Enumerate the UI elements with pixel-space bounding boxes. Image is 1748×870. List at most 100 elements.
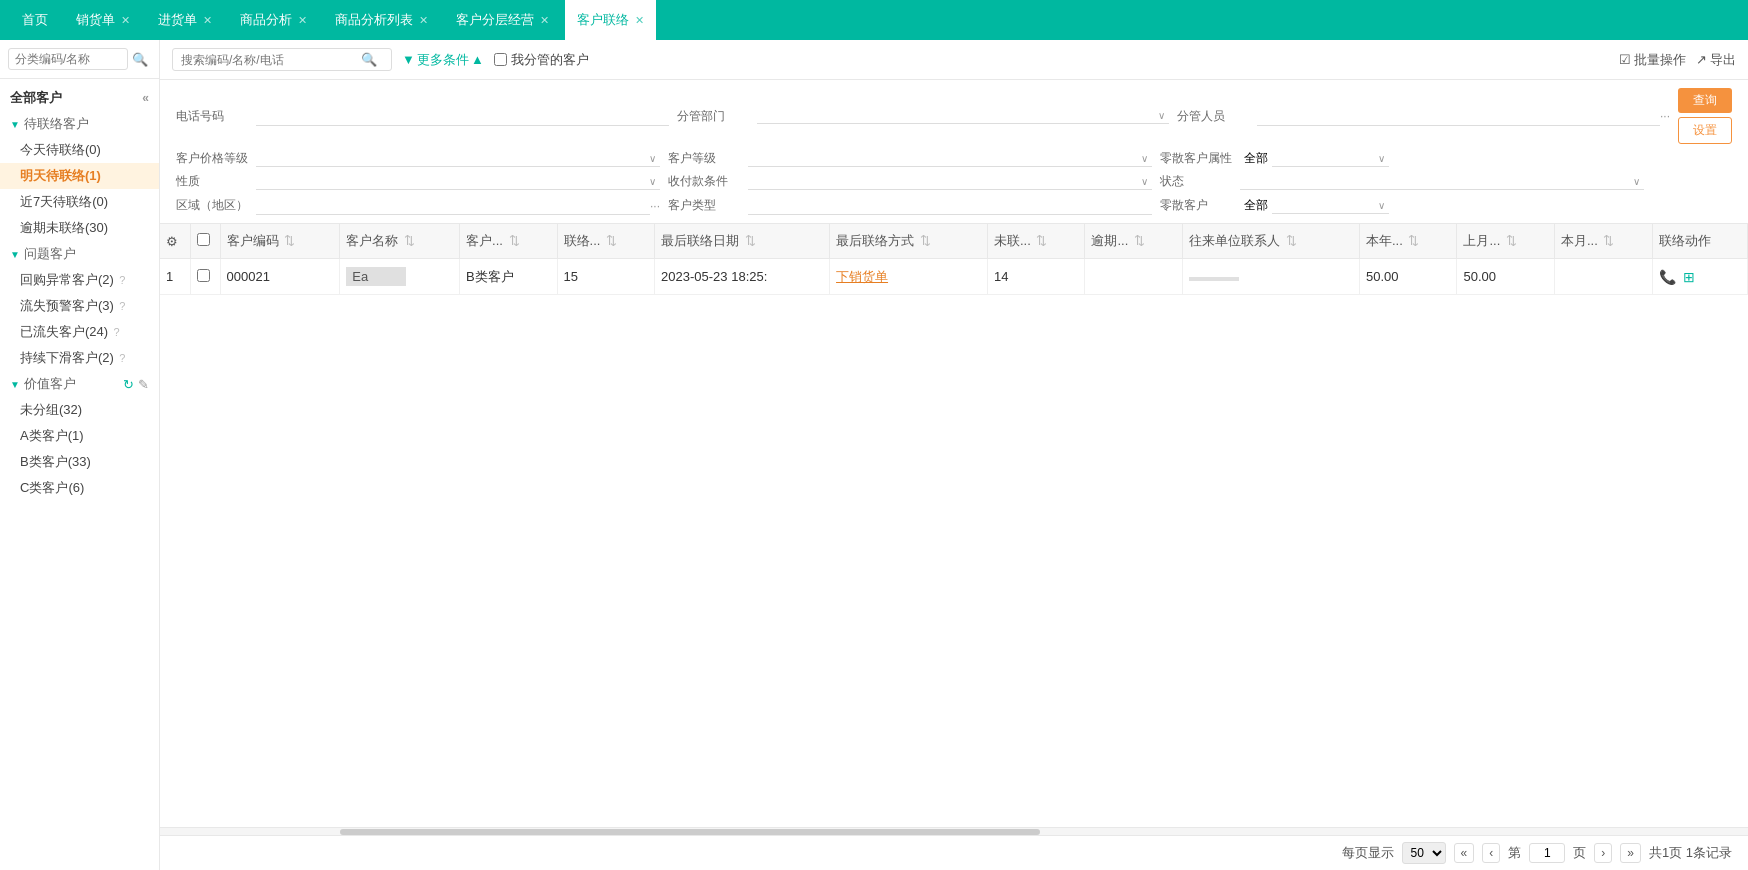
select-all-checkbox[interactable]: [197, 233, 210, 246]
row-last-contact-date: 2023-05-23 18:25:: [655, 259, 830, 295]
close-purchase-order-icon[interactable]: ✕: [203, 14, 212, 27]
all-customers-header[interactable]: 全部客户 «: [0, 85, 159, 111]
my-customers-checkbox-label[interactable]: 我分管的客户: [494, 51, 589, 69]
row-checkbox-cell[interactable]: [190, 259, 220, 295]
row-last-contact-method[interactable]: 下销货单: [830, 259, 988, 295]
sidebar-item-tomorrow-pending[interactable]: 明天待联络(1): [0, 163, 159, 189]
value-group-title[interactable]: ▼ 价值客户: [10, 375, 76, 393]
prev-page-button[interactable]: ‹: [1482, 843, 1500, 863]
row-checkbox[interactable]: [197, 269, 210, 282]
batch-operation-button[interactable]: ☑ 批量操作: [1619, 51, 1686, 69]
nav-purchase-order[interactable]: 进货单 ✕: [146, 0, 224, 40]
col-settings[interactable]: ⚙: [160, 224, 190, 259]
filter-region-more[interactable]: ···: [650, 199, 660, 213]
filter-status-select[interactable]: ∨: [1240, 174, 1644, 190]
per-page-select[interactable]: 50: [1402, 842, 1446, 864]
sidebar-item-b-class[interactable]: B类客户(33): [0, 449, 159, 475]
sidebar-item-overdue-pending[interactable]: 逾期未联络(30): [0, 215, 159, 241]
contact-person-masked: [1189, 277, 1239, 281]
sidebar-item-7days-pending[interactable]: 近7天待联络(0): [0, 189, 159, 215]
close-sales-order-icon[interactable]: ✕: [121, 14, 130, 27]
retail-attr-chevron-icon: ∨: [1378, 153, 1385, 164]
col-last-contact-date[interactable]: 最后联络日期 ⇅: [655, 224, 830, 259]
problem-group-title[interactable]: ▼ 问题客户: [0, 241, 159, 267]
sidebar-item-churned[interactable]: 已流失客户(24) ?: [0, 319, 159, 345]
nav-customer-contact[interactable]: 客户联络 ✕: [565, 0, 656, 40]
nav-product-analysis-list[interactable]: 商品分析列表 ✕: [323, 0, 440, 40]
sidebar-search-input[interactable]: [8, 48, 128, 70]
search-input[interactable]: [181, 53, 361, 67]
row-contact-count: 15: [557, 259, 655, 295]
query-button[interactable]: 查询: [1678, 88, 1732, 113]
col-checkbox[interactable]: [190, 224, 220, 259]
row-name[interactable]: Ea: [340, 259, 460, 295]
nav-product-analysis[interactable]: 商品分析 ✕: [228, 0, 319, 40]
col-this-month[interactable]: 本月... ⇅: [1555, 224, 1653, 259]
export-button[interactable]: ↗ 导出: [1696, 51, 1736, 69]
nav-customer-tier[interactable]: 客户分层经营 ✕: [444, 0, 561, 40]
filter-region-input[interactable]: [256, 196, 650, 215]
nav-sales-order[interactable]: 销货单 ✕: [64, 0, 142, 40]
col-customer-name[interactable]: 客户名称 ⇅: [340, 224, 460, 259]
sidebar-item-unclassified[interactable]: 未分组(32): [0, 397, 159, 423]
close-product-analysis-list-icon[interactable]: ✕: [419, 14, 428, 27]
data-table-wrap: ⚙ 客户编码 ⇅ 客户名称 ⇅ 客户... ⇅: [160, 224, 1748, 827]
col-customer-type[interactable]: 客户... ⇅: [460, 224, 558, 259]
col-last-month[interactable]: 上月... ⇅: [1457, 224, 1555, 259]
filter-customer-level-select[interactable]: ∨: [748, 151, 1152, 167]
close-customer-tier-icon[interactable]: ✕: [540, 14, 549, 27]
col-contact-person[interactable]: 往来单位联系人 ⇅: [1182, 224, 1359, 259]
filter-price-level-select[interactable]: ∨: [256, 151, 660, 167]
horizontal-scrollbar[interactable]: [160, 827, 1748, 835]
filter-retail-customer-select[interactable]: ∨: [1272, 198, 1389, 214]
sidebar-item-declining[interactable]: 持续下滑客户(2) ?: [0, 345, 159, 371]
close-product-analysis-icon[interactable]: ✕: [298, 14, 307, 27]
sidebar-item-churn-warning[interactable]: 流失预警客户(3) ?: [0, 293, 159, 319]
filter-payment-terms-select[interactable]: ∨: [748, 174, 1152, 190]
col-customer-code[interactable]: 客户编码 ⇅: [220, 224, 340, 259]
sidebar-search-icon[interactable]: 🔍: [132, 52, 148, 67]
col-overdue[interactable]: 逾期... ⇅: [1085, 224, 1183, 259]
filter-row-1: 电话号码 分管部门 ∨ 分管人员 ··· 查询 设置: [176, 88, 1732, 144]
filter-nature-select[interactable]: ∨: [256, 174, 660, 190]
scrollbar-thumb[interactable]: [340, 829, 1040, 835]
close-customer-contact-icon[interactable]: ✕: [635, 14, 644, 27]
page-number-input[interactable]: [1529, 843, 1565, 863]
more-conditions-toggle[interactable]: ▼ 更多条件 ▲: [402, 51, 484, 69]
filter-manager-more[interactable]: ···: [1660, 109, 1670, 123]
filter-phone-input[interactable]: [256, 107, 669, 126]
col-last-contact-method[interactable]: 最后联络方式 ⇅: [830, 224, 988, 259]
sort-year-icon: ⇅: [1408, 233, 1419, 248]
status-chevron-icon: ∨: [1633, 176, 1640, 187]
filter-region: 区域（地区） ···: [176, 196, 660, 215]
value-edit-icon[interactable]: ✎: [138, 377, 149, 392]
filter-customer-type-input[interactable]: [748, 196, 1152, 215]
settings-button[interactable]: 设置: [1678, 117, 1732, 144]
sidebar-item-purchase-abnormal[interactable]: 回购异常客户(2) ?: [0, 267, 159, 293]
sidebar-search-area: 🔍: [0, 40, 159, 79]
sidebar-item-a-class[interactable]: A类客户(1): [0, 423, 159, 449]
filter-phone: 电话号码: [176, 107, 669, 126]
pending-group-title[interactable]: ▼ 待联络客户: [0, 111, 159, 137]
sidebar-item-c-class[interactable]: C类客户(6): [0, 475, 159, 501]
sidebar-item-today-pending[interactable]: 今天待联络(0): [0, 137, 159, 163]
next-page-button[interactable]: ›: [1594, 843, 1612, 863]
nav-home[interactable]: 首页: [10, 0, 60, 40]
col-this-year[interactable]: 本年... ⇅: [1359, 224, 1457, 259]
filter-dept-select[interactable]: ∨: [757, 108, 1170, 124]
filter-payment-terms: 收付款条件 ∨: [668, 173, 1152, 190]
col-contact-count[interactable]: 联络... ⇅: [557, 224, 655, 259]
total-records: 共1页 1条记录: [1649, 844, 1732, 862]
sort-thismonth-icon: ⇅: [1603, 233, 1614, 248]
last-page-button[interactable]: »: [1620, 843, 1641, 863]
filter-retail-attr-select[interactable]: ∨: [1272, 151, 1389, 167]
filter-manager-input[interactable]: [1257, 107, 1660, 126]
grid-action-icon[interactable]: ⊞: [1683, 269, 1695, 285]
problem-triangle-icon: ▼: [10, 249, 20, 260]
phone-action-icon[interactable]: 📞: [1659, 269, 1676, 285]
search-button-icon[interactable]: 🔍: [361, 52, 377, 67]
first-page-button[interactable]: «: [1454, 843, 1475, 863]
value-refresh-icon[interactable]: ↻: [123, 377, 134, 392]
my-customers-checkbox[interactable]: [494, 53, 507, 66]
col-unlinked[interactable]: 未联... ⇅: [987, 224, 1085, 259]
